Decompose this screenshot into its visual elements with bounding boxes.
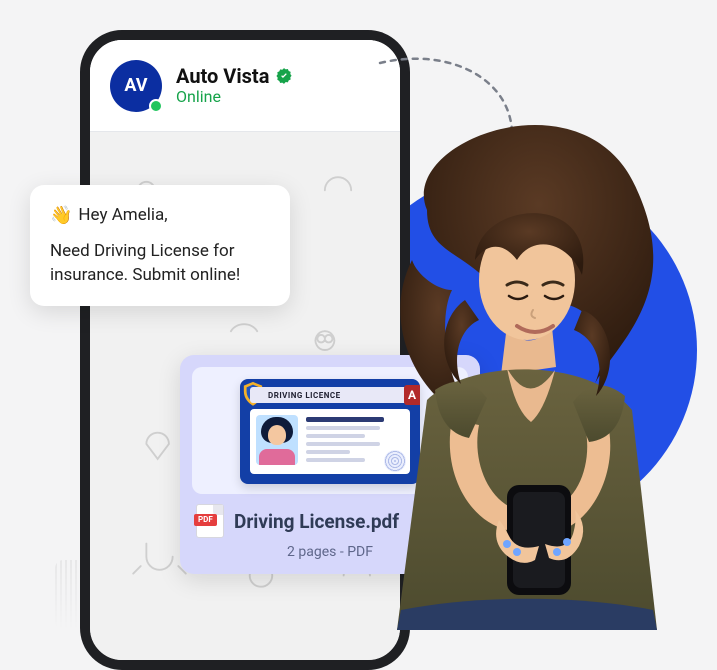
license-badge: A — [404, 385, 420, 405]
fingerprint-icon — [384, 450, 406, 472]
license-photo-icon — [256, 415, 298, 465]
avatar[interactable]: AV — [110, 60, 162, 112]
license-title: DRIVING LICENCE — [268, 391, 341, 400]
pdf-tag: PDF — [194, 514, 217, 526]
avatar-initials: AV — [124, 75, 147, 96]
pdf-icon: PDF — [196, 504, 224, 538]
chat-status: Online — [176, 88, 293, 106]
chat-header: AV Auto Vista Online — [90, 40, 400, 132]
chat-name: Auto Vista — [176, 65, 269, 88]
file-name: Driving License.pdf — [234, 510, 399, 533]
verified-badge-icon — [275, 67, 293, 85]
presence-dot-icon — [149, 99, 163, 113]
wave-icon: 👋 — [50, 203, 72, 228]
phone-frame: AV Auto Vista Online — [80, 30, 410, 670]
file-card[interactable]: DRIVING LICENCE A PDF — [180, 355, 480, 574]
chat-line-1: Hey Amelia, — [78, 204, 167, 228]
chat-bubble[interactable]: 👋 Hey Amelia, Need Driving License for i… — [30, 185, 290, 306]
file-preview: DRIVING LICENCE A — [192, 367, 468, 494]
chat-line-2: Need Driving License for insurance. Subm… — [50, 240, 270, 288]
license-card-illustration: DRIVING LICENCE A — [240, 379, 420, 484]
file-meta: 2 pages - PDF — [192, 544, 468, 562]
